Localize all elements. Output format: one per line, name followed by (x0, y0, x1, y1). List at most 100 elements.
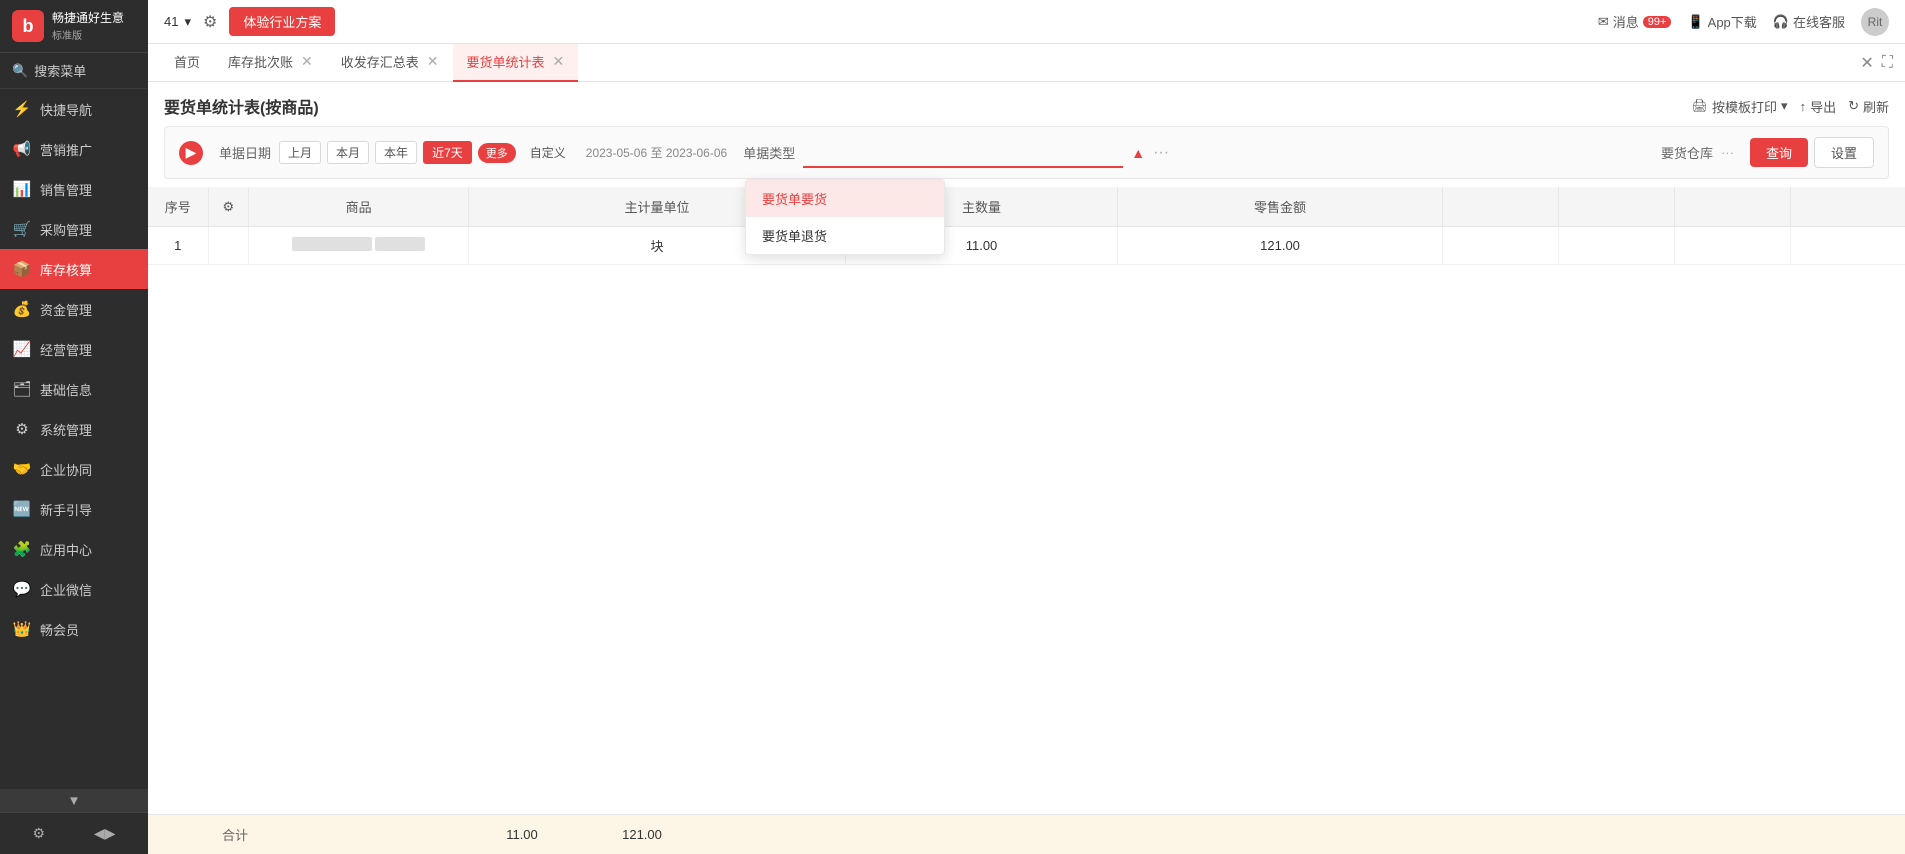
dropdown-item-label: 要货单退货 (762, 229, 827, 244)
sidebar-scroll-down-btn[interactable]: ▼ (0, 789, 148, 812)
col-extra3 (1675, 187, 1791, 227)
sidebar: b 畅捷通好生意 标准版 🔍 搜索菜单 ⚡ 快捷导航 📢 营销推广 📊 销售管理… (0, 0, 148, 854)
type-filter-input[interactable] (803, 138, 1123, 168)
sidebar-item-system[interactable]: ⚙ 系统管理 (0, 409, 148, 449)
finance-icon: 💰 (12, 299, 32, 319)
sidebar-item-guide[interactable]: 🆕 新手引导 (0, 489, 148, 529)
tab-receipt-summary-close[interactable]: ✕ (427, 53, 439, 70)
table-footer: 合计 11.00 121.00 (148, 814, 1905, 854)
tab-receipt-summary[interactable]: 收发存汇总表 ✕ (327, 44, 453, 82)
refresh-icon: ↻ (1848, 98, 1859, 114)
custom-date-btn[interactable]: 自定义 (522, 142, 574, 163)
filter-actions: 查询 设置 (1750, 137, 1874, 168)
dropdown-item-order-goods[interactable]: 要货单要货 (746, 180, 944, 217)
refresh-label: 刷新 (1863, 97, 1889, 116)
cell-extra1 (1442, 227, 1558, 265)
page-actions: 🖨 按模板打印 ▾ ↑ 导出 ↻ 刷新 (1692, 97, 1890, 116)
online-service-btn[interactable]: 🎧 在线客服 (1773, 12, 1845, 31)
message-label: 消息 (1613, 12, 1639, 31)
service-label: 在线客服 (1793, 12, 1845, 31)
sidebar-item-label: 应用中心 (40, 540, 92, 559)
table-header-row: 序号 ⚙ 商品 主计量单位 主数量 零售金额 (148, 187, 1905, 227)
sidebar-item-label: 系统管理 (40, 420, 92, 439)
store-selector[interactable]: 41 ▾ (164, 14, 191, 30)
filter-expand-button[interactable]: ▶ (179, 141, 203, 165)
message-btn[interactable]: ✉ 消息 99+ (1598, 12, 1672, 31)
sidebar-item-sales[interactable]: 📊 销售管理 (0, 169, 148, 209)
print-template-button[interactable]: 🖨 按模板打印 ▾ (1692, 97, 1788, 116)
topbar-settings-icon[interactable]: ⚙ (203, 12, 217, 32)
footer-total-amount: 121.00 (582, 827, 702, 842)
this-year-btn[interactable]: 本年 (375, 141, 417, 164)
data-table: 序号 ⚙ 商品 主计量单位 主数量 零售金额 1 (148, 187, 1905, 265)
dropdown-item-order-return[interactable]: 要货单退货 (746, 217, 944, 254)
export-button[interactable]: ↑ 导出 (1800, 97, 1837, 116)
cell-extra2 (1558, 227, 1674, 265)
settings-button[interactable]: 设置 (1814, 137, 1874, 168)
product-name-placeholder (292, 237, 372, 251)
tab-order-stats[interactable]: 要货单统计表 ✕ (453, 44, 579, 82)
sidebar-item-member[interactable]: 👑 畅会员 (0, 609, 148, 649)
sidebar-item-operations[interactable]: 📈 经营管理 (0, 329, 148, 369)
footer-total-qty: 11.00 (462, 827, 582, 842)
user-avatar[interactable]: Rit (1861, 8, 1889, 36)
sidebar-item-marketing[interactable]: 📢 营销推广 (0, 129, 148, 169)
tab-home[interactable]: 首页 (160, 44, 214, 82)
col-product: 商品 (249, 187, 469, 227)
operations-icon: 📈 (12, 339, 32, 359)
query-button[interactable]: 查询 (1750, 138, 1808, 167)
type-chevron-up-icon[interactable]: ▲ (1131, 145, 1145, 161)
last-7-days-btn[interactable]: 近7天 (423, 141, 472, 164)
store-num: 41 (164, 14, 178, 29)
tab-home-label: 首页 (174, 52, 200, 71)
sidebar-item-basic[interactable]: 🗂 基础信息 (0, 369, 148, 409)
sidebar-item-apps[interactable]: 🧩 应用中心 (0, 529, 148, 569)
last-month-btn[interactable]: 上月 (279, 141, 321, 164)
main-area: 41 ▾ ⚙ 体验行业方案 ✉ 消息 99+ 📱 App下载 🎧 在线客服 Ri… (148, 0, 1905, 854)
this-month-btn[interactable]: 本月 (327, 141, 369, 164)
refresh-button[interactable]: ↻ 刷新 (1848, 97, 1889, 116)
system-icon: ⚙ (12, 419, 32, 439)
type-more-icon[interactable]: ··· (1153, 144, 1169, 162)
sidebar-item-purchase[interactable]: 🛒 采购管理 (0, 209, 148, 249)
basic-icon: 🗂 (12, 379, 32, 399)
sidebar-item-enterprise[interactable]: 🤝 企业协同 (0, 449, 148, 489)
tab-expand-icon[interactable]: ⛶ (1882, 54, 1893, 72)
tab-batch-accounts[interactable]: 库存批次账 ✕ (214, 44, 327, 82)
tab-order-stats-close[interactable]: ✕ (553, 53, 565, 70)
sidebar-item-wechat[interactable]: 💬 企业微信 (0, 569, 148, 609)
col-seq: 序号 (148, 187, 208, 227)
trial-industry-button[interactable]: 体验行业方案 (229, 7, 335, 36)
sidebar-item-finance[interactable]: 💰 资金管理 (0, 289, 148, 329)
sales-icon: 📊 (12, 179, 32, 199)
product-code-placeholder (375, 237, 425, 251)
app-subtitle: 标准版 (52, 27, 124, 42)
sidebar-toggle-btn[interactable]: ◀▶ (90, 821, 120, 846)
warehouse-filter-label: 要货仓库 (1661, 143, 1713, 162)
warehouse-more-icon[interactable]: ··· (1721, 145, 1734, 160)
tab-close-all-icon[interactable]: ✕ (1860, 53, 1873, 73)
sidebar-search[interactable]: 🔍 搜索菜单 (0, 53, 148, 89)
col-settings[interactable]: ⚙ (208, 187, 249, 227)
chevron-down-icon: ▾ (184, 14, 191, 30)
col-extra4 (1791, 187, 1905, 227)
topbar: 41 ▾ ⚙ 体验行业方案 ✉ 消息 99+ 📱 App下载 🎧 在线客服 Ri… (148, 0, 1905, 44)
app-download-btn[interactable]: 📱 App下载 (1687, 12, 1756, 31)
tab-batch-accounts-close[interactable]: ✕ (301, 53, 313, 70)
sidebar-settings-btn[interactable]: ⚙ (28, 821, 49, 846)
date-range-display: 2023-05-06 至 2023-06-06 (586, 144, 727, 161)
export-label: 导出 (1810, 97, 1836, 116)
search-icon: 🔍 (12, 63, 28, 79)
guide-icon: 🆕 (12, 499, 32, 519)
app-logo-icon: b (12, 10, 44, 42)
more-dates-btn[interactable]: 更多 (478, 143, 516, 163)
quick-nav-icon: ⚡ (12, 99, 32, 119)
sidebar-item-inventory[interactable]: 📦 库存核算 (0, 249, 148, 289)
app-title: 畅捷通好生意 (52, 10, 124, 27)
wechat-icon: 💬 (12, 579, 32, 599)
tabbar: 首页 库存批次账 ✕ 收发存汇总表 ✕ 要货单统计表 ✕ ✕ ⛶ (148, 44, 1905, 82)
sidebar-item-quick-nav[interactable]: ⚡ 快捷导航 (0, 89, 148, 129)
footer-total-label: 合计 (162, 825, 342, 844)
cell-extra4 (1791, 227, 1905, 265)
sidebar-footer: ⚙ ◀▶ (0, 812, 148, 854)
